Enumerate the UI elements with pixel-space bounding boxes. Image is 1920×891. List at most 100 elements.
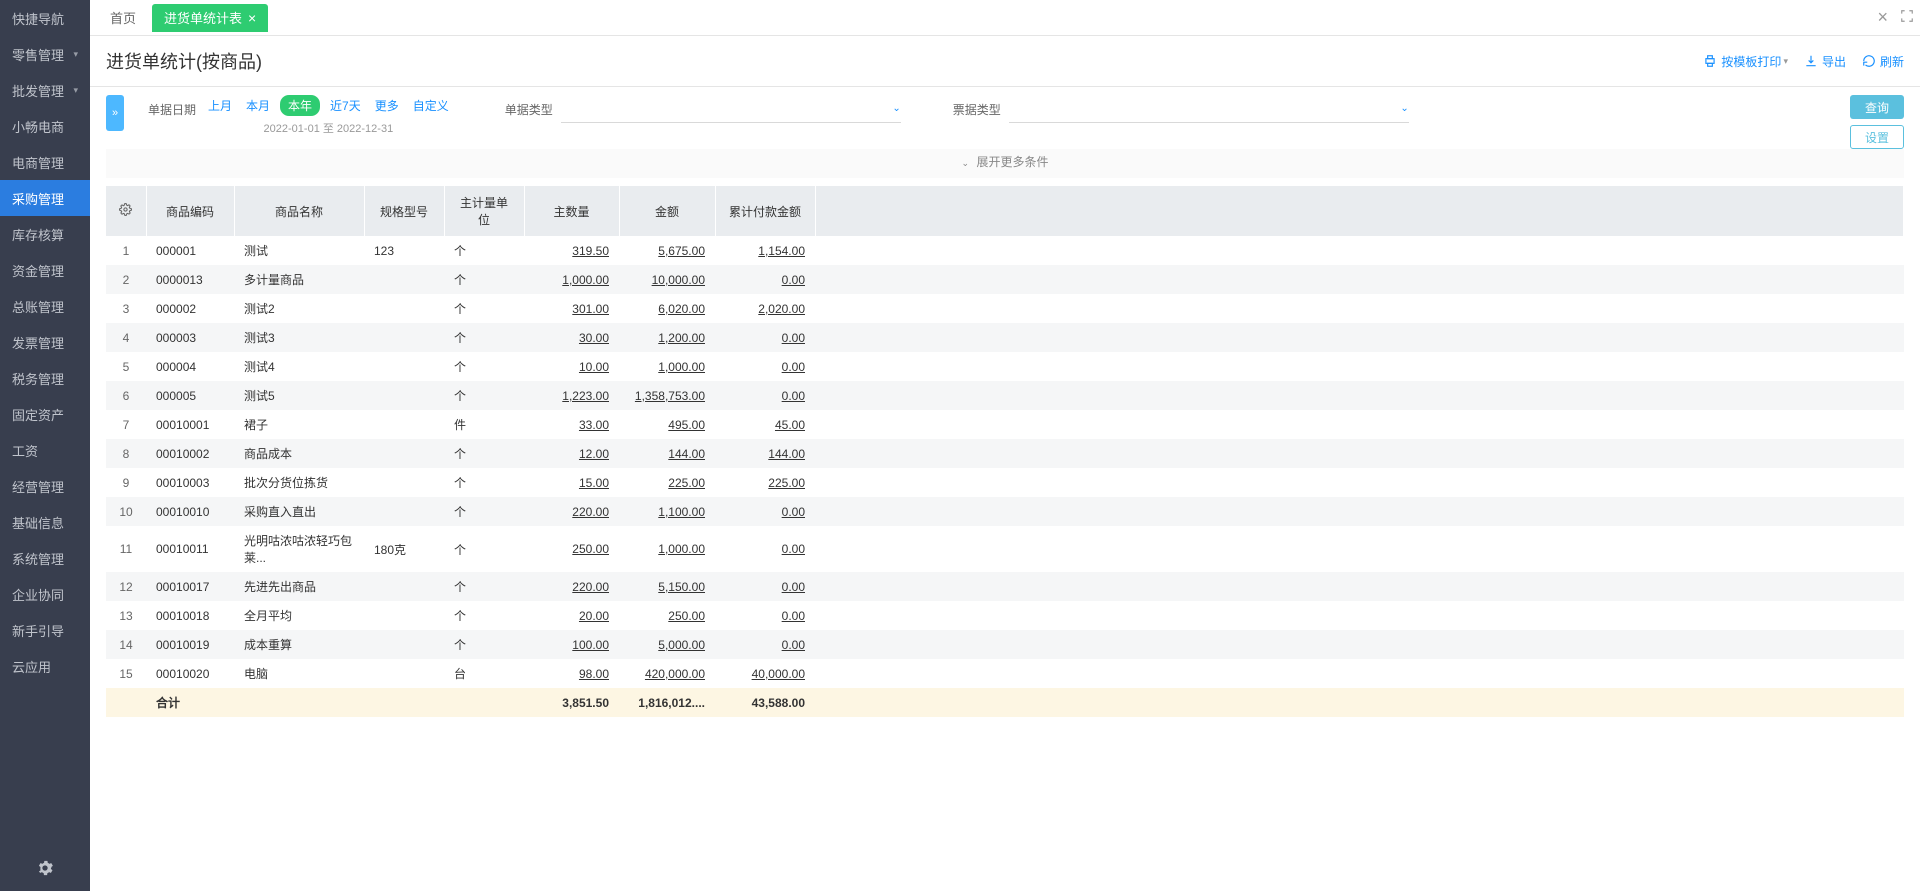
sidebar-item-2[interactable]: 批发管理▾	[0, 72, 90, 108]
sidebar-item-7[interactable]: 资金管理	[0, 252, 90, 288]
table-row[interactable]: 800010002商品成本个12.00144.00144.00	[106, 439, 1904, 468]
cell-pay[interactable]: 45.00	[715, 410, 815, 439]
table-row[interactable]: 5000004测试4个10.001,000.000.00	[106, 352, 1904, 381]
sidebar-item-4[interactable]: 电商管理	[0, 144, 90, 180]
cell-amt[interactable]: 5,675.00	[619, 236, 715, 265]
table-row[interactable]: 4000003测试3个30.001,200.000.00	[106, 323, 1904, 352]
cell-qty[interactable]: 1,223.00	[524, 381, 619, 410]
col-header-code[interactable]: 商品编码	[146, 186, 234, 236]
cell-amt[interactable]: 225.00	[619, 468, 715, 497]
export-button[interactable]: 导出	[1804, 53, 1846, 70]
cell-amt[interactable]: 1,200.00	[619, 323, 715, 352]
date-option-4[interactable]: 更多	[371, 95, 403, 116]
close-icon[interactable]: ×	[1877, 7, 1888, 28]
invoice-type-select[interactable]: ⌄	[1009, 95, 1409, 123]
table-row[interactable]: 700010001裙子件33.00495.0045.00	[106, 410, 1904, 439]
cell-pay[interactable]: 0.00	[715, 526, 815, 572]
sidebar-item-8[interactable]: 总账管理	[0, 288, 90, 324]
cell-amt[interactable]: 1,358,753.00	[619, 381, 715, 410]
cell-qty[interactable]: 30.00	[524, 323, 619, 352]
settings-button[interactable]: 设置	[1850, 125, 1904, 149]
cell-qty[interactable]: 10.00	[524, 352, 619, 381]
date-option-0[interactable]: 上月	[204, 95, 236, 116]
cell-qty[interactable]: 1,000.00	[524, 265, 619, 294]
cell-pay[interactable]: 0.00	[715, 352, 815, 381]
cell-pay[interactable]: 0.00	[715, 381, 815, 410]
sidebar-item-6[interactable]: 库存核算	[0, 216, 90, 252]
table-row[interactable]: 1000001测试123个319.505,675.001,154.00	[106, 236, 1904, 265]
table-row[interactable]: 1200010017先进先出商品个220.005,150.000.00	[106, 572, 1904, 601]
cell-pay[interactable]: 144.00	[715, 439, 815, 468]
cell-pay[interactable]: 0.00	[715, 630, 815, 659]
cell-pay[interactable]: 0.00	[715, 497, 815, 526]
sidebar-item-10[interactable]: 税务管理	[0, 360, 90, 396]
sidebar-item-12[interactable]: 工资	[0, 432, 90, 468]
cell-amt[interactable]: 1,000.00	[619, 352, 715, 381]
cell-qty[interactable]: 220.00	[524, 572, 619, 601]
date-option-3[interactable]: 近7天	[326, 95, 365, 116]
sidebar-item-18[interactable]: 云应用	[0, 648, 90, 684]
sidebar-item-11[interactable]: 固定资产	[0, 396, 90, 432]
sidebar-item-16[interactable]: 企业协同	[0, 576, 90, 612]
cell-pay[interactable]: 0.00	[715, 601, 815, 630]
col-header-qty[interactable]: 主数量	[524, 186, 619, 236]
fullscreen-icon[interactable]	[1900, 9, 1914, 26]
sidebar-item-13[interactable]: 经营管理	[0, 468, 90, 504]
sidebar-item-1[interactable]: 零售管理▾	[0, 36, 90, 72]
order-type-select[interactable]: ⌄	[561, 95, 901, 123]
cell-amt[interactable]: 5,150.00	[619, 572, 715, 601]
print-template-button[interactable]: 按模板打印 ▾	[1703, 53, 1788, 70]
col-header-name[interactable]: 商品名称	[234, 186, 364, 236]
cell-qty[interactable]: 220.00	[524, 497, 619, 526]
cell-pay[interactable]: 0.00	[715, 265, 815, 294]
date-option-5[interactable]: 自定义	[409, 95, 453, 116]
cell-pay[interactable]: 2,020.00	[715, 294, 815, 323]
refresh-button[interactable]: 刷新	[1862, 53, 1904, 70]
cell-amt[interactable]: 1,100.00	[619, 497, 715, 526]
cell-pay[interactable]: 0.00	[715, 572, 815, 601]
tab-home[interactable]: 首页	[98, 4, 148, 32]
sidebar-settings-button[interactable]	[0, 848, 90, 891]
cell-amt[interactable]: 1,000.00	[619, 526, 715, 572]
sidebar-item-0[interactable]: 快捷导航	[0, 0, 90, 36]
tab-active[interactable]: 进货单统计表 ×	[152, 4, 268, 32]
cell-pay[interactable]: 1,154.00	[715, 236, 815, 265]
sidebar-item-14[interactable]: 基础信息	[0, 504, 90, 540]
table-row[interactable]: 1100010011光明咕浓咕浓轻巧包莱...180克个250.001,000.…	[106, 526, 1904, 572]
col-header-pay[interactable]: 累计付款金额	[715, 186, 815, 236]
cell-qty[interactable]: 100.00	[524, 630, 619, 659]
table-row[interactable]: 20000013多计量商品个1,000.0010,000.000.00	[106, 265, 1904, 294]
sidebar-item-15[interactable]: 系统管理	[0, 540, 90, 576]
sidebar-item-9[interactable]: 发票管理	[0, 324, 90, 360]
cell-amt[interactable]: 5,000.00	[619, 630, 715, 659]
cell-qty[interactable]: 20.00	[524, 601, 619, 630]
table-row[interactable]: 3000002测试2个301.006,020.002,020.00	[106, 294, 1904, 323]
settings-column-header[interactable]	[106, 186, 146, 236]
cell-pay[interactable]: 40,000.00	[715, 659, 815, 688]
table-row[interactable]: 1300010018全月平均个20.00250.000.00	[106, 601, 1904, 630]
cell-amt[interactable]: 6,020.00	[619, 294, 715, 323]
cell-amt[interactable]: 144.00	[619, 439, 715, 468]
cell-pay[interactable]: 225.00	[715, 468, 815, 497]
tab-close-icon[interactable]: ×	[248, 10, 256, 26]
sidebar-item-3[interactable]: 小畅电商	[0, 108, 90, 144]
col-header-amt[interactable]: 金额	[619, 186, 715, 236]
cell-amt[interactable]: 495.00	[619, 410, 715, 439]
sidebar-item-17[interactable]: 新手引导	[0, 612, 90, 648]
cell-qty[interactable]: 15.00	[524, 468, 619, 497]
cell-amt[interactable]: 250.00	[619, 601, 715, 630]
query-button[interactable]: 查询	[1850, 95, 1904, 119]
sidebar-item-5[interactable]: 采购管理	[0, 180, 90, 216]
cell-qty[interactable]: 98.00	[524, 659, 619, 688]
col-header-spec[interactable]: 规格型号	[364, 186, 444, 236]
date-option-1[interactable]: 本月	[242, 95, 274, 116]
table-row[interactable]: 1500010020电脑台98.00420,000.0040,000.00	[106, 659, 1904, 688]
date-option-2[interactable]: 本年	[280, 95, 320, 116]
table-row[interactable]: 1400010019成本重算个100.005,000.000.00	[106, 630, 1904, 659]
col-header-unit[interactable]: 主计量单位	[444, 186, 524, 236]
table-row[interactable]: 1000010010采购直入直出个220.001,100.000.00	[106, 497, 1904, 526]
cell-qty[interactable]: 33.00	[524, 410, 619, 439]
expand-conditions-button[interactable]: ⌄ 展开更多条件	[106, 149, 1904, 178]
cell-qty[interactable]: 319.50	[524, 236, 619, 265]
cell-amt[interactable]: 10,000.00	[619, 265, 715, 294]
